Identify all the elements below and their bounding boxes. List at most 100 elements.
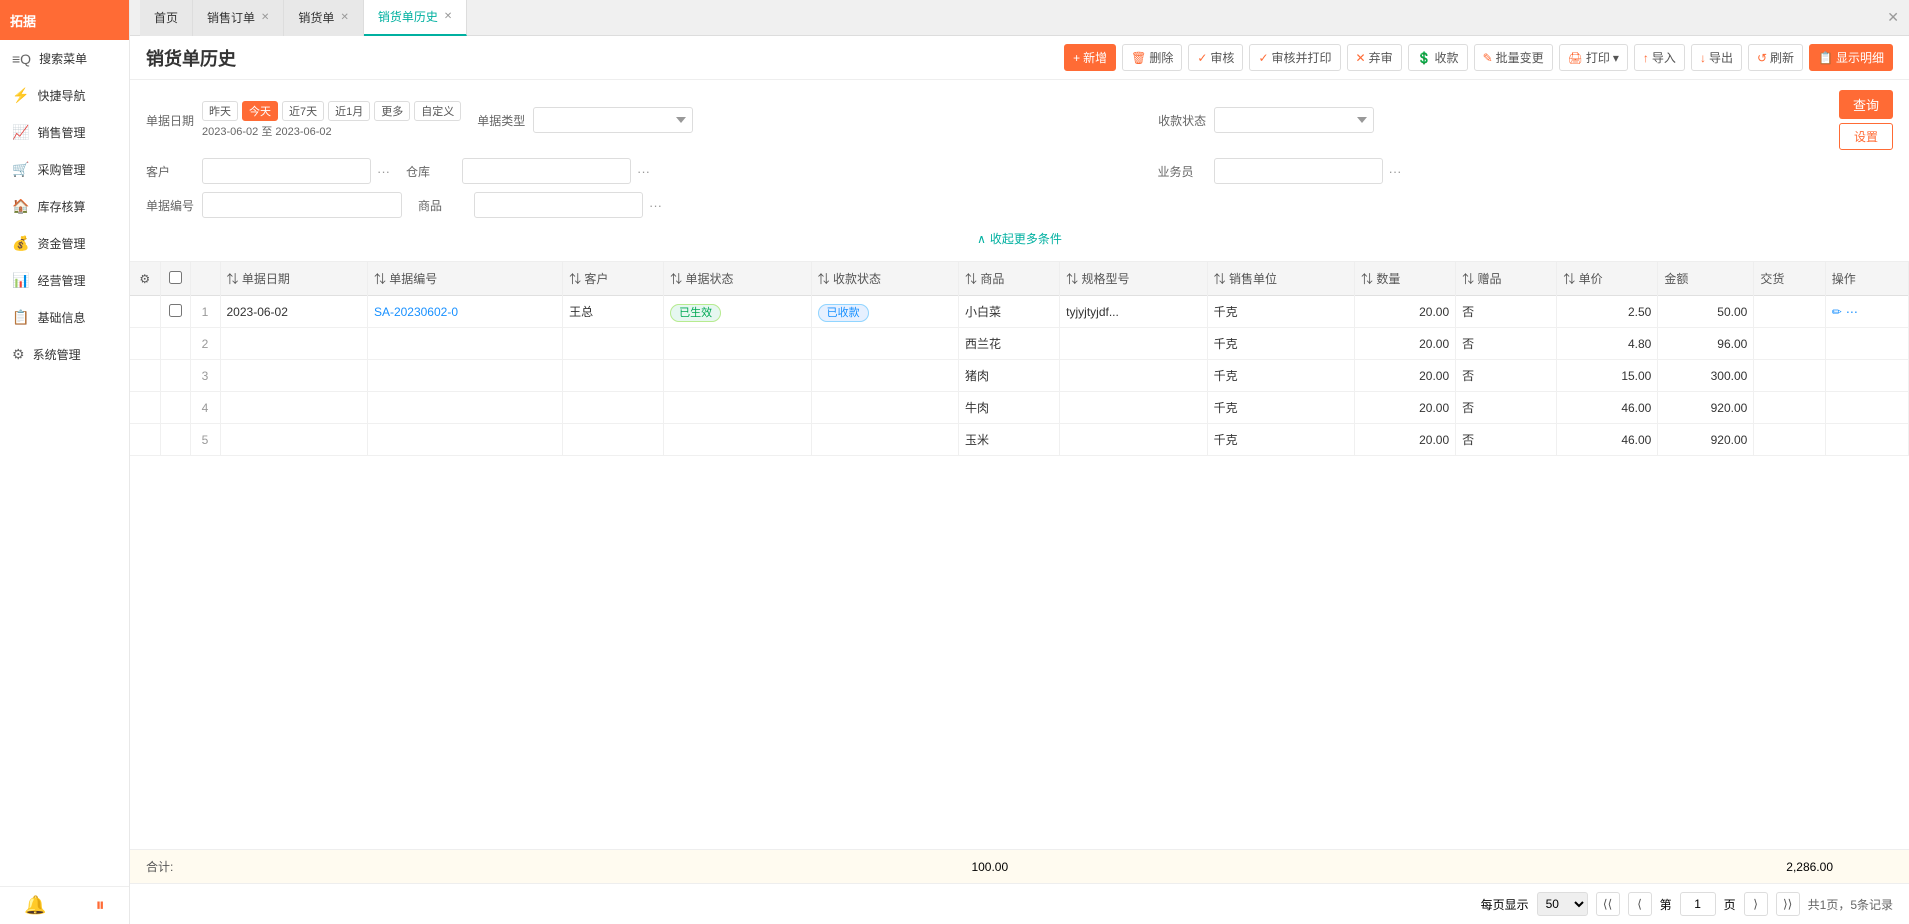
- tab-sales-history-label: 销货单历史: [378, 8, 438, 25]
- date-buttons: 昨天 今天 近7天 近1月 更多 自定义: [202, 101, 461, 121]
- pause-btn[interactable]: ⏸: [96, 895, 105, 916]
- sidebar-item-quick-nav[interactable]: ⚡ 快捷导航: [0, 77, 129, 114]
- col-delivery[interactable]: 交货: [1754, 262, 1825, 296]
- col-customer[interactable]: ⇅ 客户: [563, 262, 664, 296]
- tab-home[interactable]: 首页: [140, 0, 193, 36]
- doc-no-link[interactable]: SA-20230602-0: [374, 305, 458, 319]
- doc-type-select[interactable]: [533, 107, 693, 133]
- first-page-btn[interactable]: ⟨⟨: [1596, 892, 1620, 916]
- set-button[interactable]: 设置: [1839, 123, 1893, 150]
- query-button[interactable]: 查询: [1839, 90, 1893, 119]
- export-button[interactable]: ↓ 导出: [1691, 44, 1742, 71]
- row-collect-status: [811, 360, 958, 392]
- col-gear[interactable]: ⚙: [130, 262, 160, 296]
- warehouse-input[interactable]: [462, 158, 631, 184]
- print-button[interactable]: 🖨 打印 ▾: [1559, 44, 1628, 71]
- last-page-btn[interactable]: ⟩⟩: [1776, 892, 1800, 916]
- sort-icon-5: ⇅: [818, 272, 830, 286]
- sidebar-item-basic-info[interactable]: 📋 基础信息: [0, 299, 129, 336]
- collect-label: 收款: [1435, 49, 1459, 66]
- row-checkbox-cell[interactable]: [160, 360, 190, 392]
- tab-sales-history[interactable]: 销货单历史 ✕: [364, 0, 467, 36]
- col-spec[interactable]: ⇅ 规格型号: [1060, 262, 1207, 296]
- batch-change-button[interactable]: ✎ 批量变更: [1474, 44, 1553, 71]
- audit-print-button[interactable]: ✓ 审核并打印: [1249, 44, 1340, 71]
- col-goods[interactable]: ⇅ 商品: [959, 262, 1060, 296]
- select-all-checkbox[interactable]: [169, 271, 182, 284]
- date-btn-7days[interactable]: 近7天: [282, 101, 324, 121]
- collect-status-select[interactable]: [1214, 107, 1374, 133]
- col-collect-status[interactable]: ⇅ 收款状态: [811, 262, 958, 296]
- col-qty[interactable]: ⇅ 数量: [1355, 262, 1456, 296]
- date-btn-custom[interactable]: 自定义: [414, 101, 461, 121]
- sidebar-item-search-menu[interactable]: ≡Q 搜索菜单: [0, 40, 129, 77]
- sidebar-item-label: 搜索菜单: [39, 50, 87, 67]
- col-doc-no[interactable]: ⇅ 单据编号: [367, 262, 562, 296]
- date-btn-1month[interactable]: 近1月: [328, 101, 370, 121]
- row-doc-status: [664, 360, 811, 392]
- doc-no-input[interactable]: [202, 192, 402, 218]
- row-checkbox-cell[interactable]: [160, 296, 190, 328]
- customer-input[interactable]: [202, 158, 371, 184]
- customer-dots-btn[interactable]: ···: [377, 164, 390, 179]
- sidebar-item-finance[interactable]: 💰 资金管理: [0, 225, 129, 262]
- row-num-cell: 3: [190, 360, 220, 392]
- page-number-input[interactable]: [1680, 892, 1716, 916]
- tab-sales-order-label: 销售订单: [207, 9, 255, 26]
- tab-sales-order[interactable]: 销售订单 ✕: [193, 0, 284, 36]
- tab-bar-close-btn[interactable]: ✕: [1887, 9, 1899, 26]
- col-price[interactable]: ⇅ 单价: [1557, 262, 1658, 296]
- tab-sales-order-close[interactable]: ✕: [261, 12, 269, 23]
- show-detail-button[interactable]: 📋 显示明细: [1809, 44, 1893, 71]
- import-label: 导入: [1652, 49, 1676, 66]
- notification-btn[interactable]: 🔔: [24, 895, 46, 916]
- toolbar-row: 销货单历史 + 新增 🗑 删除 ✓ 审核 ✓ 审核并打印 ✕ 弃审 💲 收款 ✎…: [130, 36, 1909, 80]
- new-button[interactable]: + 新增: [1064, 44, 1116, 71]
- tab-sales-goods[interactable]: 销货单 ✕: [284, 0, 363, 36]
- abandon-icon: ✕: [1356, 51, 1366, 65]
- import-button[interactable]: ↑ 导入: [1634, 44, 1685, 71]
- row-qty: 20.00: [1355, 424, 1456, 456]
- collapse-button[interactable]: ∧ 收起更多条件: [146, 226, 1893, 251]
- more-action[interactable]: ⋯: [1846, 305, 1858, 319]
- col-doc-date[interactable]: ⇅ 单据日期: [220, 262, 367, 296]
- sidebar-item-purchase-mgmt[interactable]: 🛒 采购管理: [0, 151, 129, 188]
- tab-sales-goods-close[interactable]: ✕: [340, 12, 348, 23]
- goods-dots-btn[interactable]: ···: [649, 198, 662, 213]
- col-amount[interactable]: 金额: [1658, 262, 1754, 296]
- inventory-icon: 🏠: [12, 198, 29, 215]
- delete-button[interactable]: 🗑 删除: [1122, 44, 1182, 71]
- page-size-select[interactable]: 50 100: [1537, 892, 1588, 916]
- goods-input[interactable]: [474, 192, 643, 218]
- col-action: 操作: [1825, 262, 1908, 296]
- col-doc-status[interactable]: ⇅ 单据状态: [664, 262, 811, 296]
- sidebar-item-sales-mgmt[interactable]: 📈 销售管理: [0, 114, 129, 151]
- row-collect-status: 已收款: [811, 296, 958, 328]
- edit-action[interactable]: ✏: [1832, 305, 1842, 319]
- col-checkbox[interactable]: [160, 262, 190, 296]
- row-collect-status: [811, 424, 958, 456]
- next-page-btn[interactable]: ⟩: [1744, 892, 1768, 916]
- refresh-button[interactable]: ↺ 刷新: [1748, 44, 1803, 71]
- date-btn-today[interactable]: 今天: [242, 101, 278, 121]
- salesperson-dots-btn[interactable]: ···: [1389, 164, 1402, 179]
- date-btn-yesterday[interactable]: 昨天: [202, 101, 238, 121]
- col-gift[interactable]: ⇅ 赠品: [1456, 262, 1557, 296]
- date-btn-more[interactable]: 更多: [374, 101, 410, 121]
- salesperson-input[interactable]: [1214, 158, 1383, 184]
- sidebar-item-system-mgmt[interactable]: ⚙ 系统管理: [0, 336, 129, 373]
- prev-page-btn[interactable]: ⟨: [1628, 892, 1652, 916]
- audit-button[interactable]: ✓ 审核: [1188, 44, 1243, 71]
- abandon-button[interactable]: ✕ 弃审: [1347, 44, 1402, 71]
- row-checkbox[interactable]: [169, 304, 182, 317]
- col-unit[interactable]: ⇅ 销售单位: [1207, 262, 1354, 296]
- tab-sales-history-close[interactable]: ✕: [444, 11, 452, 22]
- warehouse-dots-btn[interactable]: ···: [637, 164, 650, 179]
- collect-button[interactable]: 💲 收款: [1408, 44, 1468, 71]
- salesperson-filter: 业务员 ···: [1158, 158, 1894, 184]
- sidebar-item-inventory[interactable]: 🏠 库存核算: [0, 188, 129, 225]
- row-checkbox-cell[interactable]: [160, 424, 190, 456]
- row-checkbox-cell[interactable]: [160, 392, 190, 424]
- row-checkbox-cell[interactable]: [160, 328, 190, 360]
- sidebar-item-operations[interactable]: 📊 经营管理: [0, 262, 129, 299]
